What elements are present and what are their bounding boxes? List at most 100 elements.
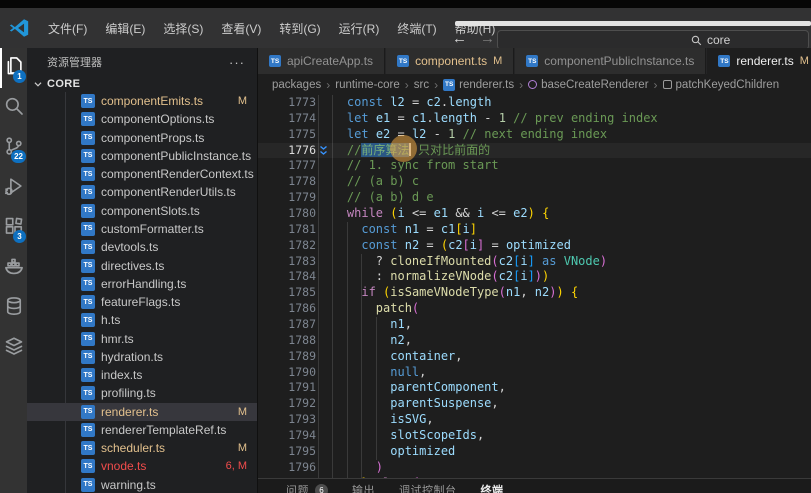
file-name: devtools.ts (101, 240, 159, 255)
menu-item-2[interactable]: 选择(S) (154, 16, 212, 41)
file-featureFlags.ts[interactable]: TS featureFlags.ts (27, 293, 257, 311)
code-line-1786[interactable]: 1786 patch( (258, 301, 811, 317)
file-componentPublicInstance.ts[interactable]: TS componentPublicInstance.ts (27, 147, 257, 165)
file-componentProps.ts[interactable]: TS componentProps.ts (27, 129, 257, 147)
code-line-1795[interactable]: 1795 optimized (258, 444, 811, 460)
breadcrumb-baseCreateRenderer[interactable]: baseCreateRenderer (528, 79, 649, 91)
activity-bar: 1 22 3 (0, 48, 27, 493)
menu-item-3[interactable]: 查看(V) (212, 16, 270, 41)
activity-run-debug[interactable] (0, 168, 27, 208)
activity-search[interactable] (0, 88, 27, 128)
file-scheduler.ts[interactable]: TS scheduler.ts M (27, 439, 257, 457)
code-text: n2, (390, 332, 412, 347)
file-customFormatter.ts[interactable]: TS customFormatter.ts (27, 220, 257, 238)
file-name: rendererTemplateRef.ts (101, 422, 227, 437)
code-line-1783[interactable]: 1783 ? cloneIfMounted(c2[i] as VNode) (258, 254, 811, 270)
navigate-forward-icon[interactable]: → (480, 30, 495, 47)
file-componentEmits.ts[interactable]: TS componentEmits.ts M (27, 92, 257, 110)
file-warning.ts[interactable]: TS warning.ts (27, 476, 257, 493)
menu-item-4[interactable]: 转到(G) (270, 16, 329, 41)
code-line-1781[interactable]: 1781 const n1 = c1[i] (258, 222, 811, 238)
code-line-1784[interactable]: 1784 : normalizeVNode(c2[i])) (258, 269, 811, 285)
file-componentRenderContext.ts[interactable]: TS componentRenderContext.ts (27, 165, 257, 183)
breadcrumb-patchKeyedChildren[interactable]: patchKeyedChildren (662, 79, 779, 91)
activity-docker[interactable] (0, 248, 27, 288)
code-line-1782[interactable]: 1782 const n2 = (c2[i] = optimized (258, 238, 811, 254)
code-line-1787[interactable]: 1787 n1, (258, 317, 811, 333)
code-text: let e2 = l2 - 1 // next ending index (346, 126, 608, 141)
file-componentRenderUtils.ts[interactable]: TS componentRenderUtils.ts (27, 183, 257, 201)
file-renderer.ts[interactable]: TS renderer.ts M (27, 402, 257, 421)
panel-tab-终端[interactable]: 终端 (481, 479, 504, 493)
code-line-1796[interactable]: 1796 ) (258, 460, 811, 476)
breadcrumb-label: runtime-core (335, 78, 400, 91)
file-devtools.ts[interactable]: TS devtools.ts (27, 238, 257, 256)
panel-tab-调试控制台[interactable]: 调试控制台 (399, 479, 457, 493)
menu-item-6[interactable]: 终端(T) (388, 16, 445, 41)
tab-component.ts[interactable]: TS component.ts M (386, 48, 515, 74)
code-line-1775[interactable]: 1775 let e2 = l2 - 1 // next ending inde… (258, 127, 811, 143)
file-directives.ts[interactable]: TS directives.ts (27, 256, 257, 274)
file-componentOptions.ts[interactable]: TS componentOptions.ts (27, 110, 257, 128)
tab-apiCreateApp.ts[interactable]: TS apiCreateApp.ts (258, 48, 386, 74)
file-hydration.ts[interactable]: TS hydration.ts (27, 348, 257, 366)
command-center-search[interactable]: core (497, 30, 809, 50)
code-line-1773[interactable]: 1773 const l2 = c2.length (258, 95, 811, 111)
code-line-1780[interactable]: 1780 while (i <= e1 && i <= e2) { (258, 206, 811, 222)
code-text: patch( (375, 301, 420, 316)
more-actions-icon[interactable]: ··· (229, 55, 245, 70)
code-line-1789[interactable]: 1789 container, (258, 349, 811, 365)
code-line-1791[interactable]: 1791 parentComponent, (258, 380, 811, 396)
menu-item-0[interactable]: 文件(F) (39, 16, 96, 41)
file-name: featureFlags.ts (101, 295, 181, 310)
code-line-1774[interactable]: 1774 let e1 = c1.length - 1 // prev endi… (258, 111, 811, 127)
line-number: 1779 (288, 190, 316, 205)
file-errorHandling.ts[interactable]: TS errorHandling.ts (27, 275, 257, 293)
badge-count: 1 (13, 70, 26, 83)
top-black-strip (0, 0, 811, 8)
code-line-1785[interactable]: 1785 if (isSameVNodeType(n1, n2)) { (258, 285, 811, 301)
code-line-1790[interactable]: 1790 null, (258, 365, 811, 381)
code-line-1792[interactable]: 1792 parentSuspense, (258, 396, 811, 412)
typescript-file-icon: TS (81, 386, 95, 401)
navigate-back-icon[interactable]: ← (452, 30, 467, 47)
activity-explorer[interactable]: 1 (0, 48, 27, 88)
code-line-1794[interactable]: 1794 slotScopeIds, (258, 428, 811, 444)
code-line-1778[interactable]: 1778 // (a b) c (258, 174, 811, 190)
breadcrumb-label: src (413, 78, 430, 91)
activity-layers[interactable] (0, 328, 27, 368)
tab-renderer.ts[interactable]: TSrenderer.tsM× (707, 48, 811, 74)
code-line-1793[interactable]: 1793 isSVG, (258, 412, 811, 428)
file-h.ts[interactable]: TS h.ts (27, 311, 257, 329)
file-rendererTemplateRef.ts[interactable]: TS rendererTemplateRef.ts (27, 421, 257, 439)
file-hmr.ts[interactable]: TS hmr.ts (27, 329, 257, 347)
breadcrumb-packages[interactable]: packages (272, 79, 321, 91)
menu-item-5[interactable]: 运行(R) (330, 16, 389, 41)
tab-label: componentPublicInstance.ts (544, 54, 695, 68)
breadcrumb-runtime-core[interactable]: runtime-core (335, 79, 400, 91)
panel-tab-输出[interactable]: 输出 (352, 479, 375, 493)
activity-extensions[interactable]: 3 (0, 208, 27, 248)
file-profiling.ts[interactable]: TS profiling.ts (27, 384, 257, 402)
typescript-file-icon: TS (81, 185, 95, 200)
breadcrumb: packages › runtime-core › src › TS renderer.ts ›… (258, 74, 811, 95)
menu-item-1[interactable]: 编辑(E) (96, 16, 154, 41)
breadcrumb-src[interactable]: src (414, 79, 429, 91)
code-line-1777[interactable]: 1777 // 1. sync from start (258, 158, 811, 174)
panel-tab-label: 调试控制台 (399, 485, 457, 493)
typescript-file-icon: TS (526, 55, 539, 67)
code-line-1776[interactable]: 1776 //前序算法 只对比前面的 (258, 142, 811, 159)
tab-componentPublicInstance.ts[interactable]: TS componentPublicInstance.ts (515, 48, 707, 74)
panel-tab-label: 问题 (286, 485, 309, 493)
code-line-1779[interactable]: 1779 // (a b) d e (258, 190, 811, 206)
panel-tab-问题[interactable]: 问题 6 (286, 479, 328, 493)
code-line-1788[interactable]: 1788 n2, (258, 333, 811, 349)
file-vnode.ts[interactable]: TS vnode.ts 6, M (27, 457, 257, 475)
activity-source-control[interactable]: 22 (0, 128, 27, 168)
code-editor[interactable]: 1773 const l2 = c2.length 1774 let e1 = c… (258, 95, 811, 478)
breadcrumb-renderer.ts[interactable]: TS renderer.ts (443, 78, 514, 91)
file-componentSlots.ts[interactable]: TS componentSlots.ts (27, 202, 257, 220)
section-header-core[interactable]: CORE (27, 76, 257, 92)
activity-database[interactable] (0, 288, 27, 328)
file-index.ts[interactable]: TS index.ts (27, 366, 257, 384)
